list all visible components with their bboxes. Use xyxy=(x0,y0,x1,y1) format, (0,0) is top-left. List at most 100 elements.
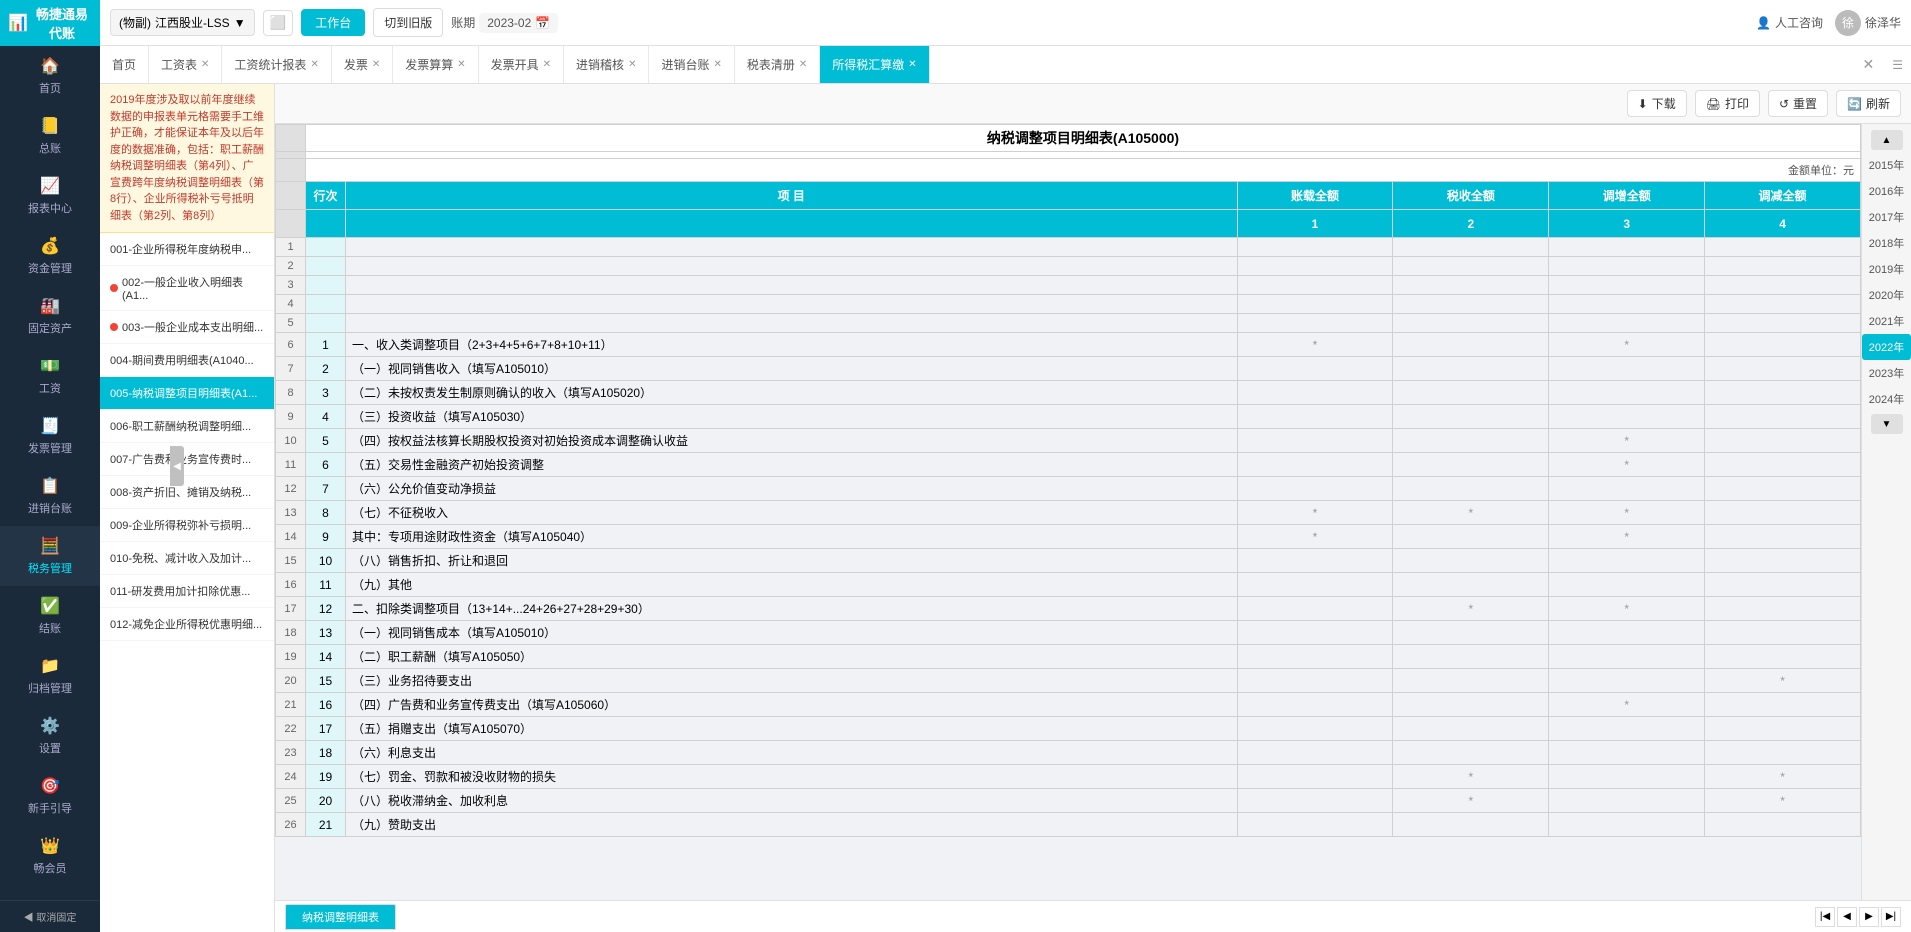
col-header-税收全额: 税收全额 xyxy=(1393,182,1549,210)
left-panel-item-11[interactable]: 012-减免企业所得税优惠明细... xyxy=(100,608,274,641)
account-label: 账期 xyxy=(451,14,475,31)
reset-button[interactable]: ↺ 重置 xyxy=(1768,90,1828,117)
scroll-right-button[interactable]: ▶ xyxy=(1859,907,1879,927)
tab-close-7[interactable]: ✕ xyxy=(713,59,721,70)
tab-3[interactable]: 发票✕ xyxy=(332,46,393,83)
sidebar-item-archive[interactable]: 📁归档管理 xyxy=(0,646,100,706)
left-panel-item-3[interactable]: 004-期间费用明细表(A1040... xyxy=(100,344,274,377)
year-button-2022[interactable]: 2022年 xyxy=(1862,334,1911,360)
table-row-12: 127（六）公允价值变动净损益 xyxy=(276,477,1861,501)
download-button[interactable]: ⬇ 下载 xyxy=(1627,90,1687,117)
sidebar-item-close[interactable]: ✅结账 xyxy=(0,586,100,646)
tab-close-2[interactable]: ✕ xyxy=(310,59,318,70)
print-button[interactable]: 🖨 打印 xyxy=(1695,90,1760,117)
spreadsheet-container[interactable]: 纳税调整项目明细表(A105000)金额单位：元行次项 目账载全额税收全额调增全… xyxy=(275,124,1861,900)
tab-label-0: 首页 xyxy=(112,56,136,73)
tab-close-5[interactable]: ✕ xyxy=(543,59,551,70)
tab-4[interactable]: 发票算算✕ xyxy=(393,46,478,83)
year-button-2021[interactable]: 2021年 xyxy=(1862,308,1911,334)
sidebar-label-invoice: 发票管理 xyxy=(28,440,72,456)
table-row-7: 72（一）视同销售收入（填写A105010） xyxy=(276,357,1861,381)
tab-close-9[interactable]: ✕ xyxy=(908,59,916,70)
tab-close-4[interactable]: ✕ xyxy=(457,59,465,70)
year-button-2020[interactable]: 2020年 xyxy=(1862,282,1911,308)
sidebar-item-salary[interactable]: 💵工资 xyxy=(0,346,100,406)
left-panel-item-9[interactable]: 010-免税、减计收入及加计... xyxy=(100,542,274,575)
tab-6[interactable]: 进销稽核✕ xyxy=(564,46,649,83)
left-panel-item-5[interactable]: 006-职工薪酬纳税调整明细... xyxy=(100,410,274,443)
scroll-left-start-button[interactable]: |◀ xyxy=(1815,907,1835,927)
sidebar-item-settings[interactable]: ⚙️设置 xyxy=(0,706,100,766)
scroll-left-button[interactable]: ◀ xyxy=(1837,907,1857,927)
col-header-账载全额: 账载全额 xyxy=(1237,182,1393,210)
left-item-label-3: 004-期间费用明细表(A1040... xyxy=(110,352,254,368)
table-area: 纳税调整项目明细表(A105000)金额单位：元行次项 目账载全额税收全额调增全… xyxy=(275,124,1911,900)
tab-8[interactable]: 税表清册✕ xyxy=(735,46,820,83)
close-all-tabs-button[interactable]: ✕ xyxy=(1853,56,1885,73)
tabbar: 首页工资表✕工资统计报表✕发票✕发票算算✕发票开具✕进销稽核✕进销台账✕税表清册… xyxy=(100,46,1911,84)
tab-settings-button[interactable]: ☰ xyxy=(1884,58,1911,72)
table-row-14: 149 其中：专项用途财政性资金（填写A105040）** xyxy=(276,525,1861,549)
table-row-9: 94（三）投资收益（填写A105030） xyxy=(276,405,1861,429)
sidebar-item-funds[interactable]: 💰资金管理 xyxy=(0,226,100,286)
sidebar-label-funds: 资金管理 xyxy=(28,260,72,276)
left-panel-item-6[interactable]: 007-广告费和业务宣传费时... xyxy=(100,443,274,476)
year-button-2024[interactable]: 2024年 xyxy=(1862,386,1911,412)
left-panel-item-1[interactable]: 002-一般企业收入明细表(A1... xyxy=(100,266,274,311)
year-button-2023[interactable]: 2023年 xyxy=(1862,360,1911,386)
sidebar-item-home[interactable]: 🏠首页 xyxy=(0,46,100,106)
old-version-button[interactable]: 切到旧版 xyxy=(373,8,443,37)
year-button-2019[interactable]: 2019年 xyxy=(1862,256,1911,282)
left-item-label-7: 008-资产折旧、摊销及纳税... xyxy=(110,484,251,500)
sidebar-item-ledger[interactable]: 📒总账 xyxy=(0,106,100,166)
sidebar-pin-toggle[interactable]: ◀ 取消固定 xyxy=(0,900,100,932)
left-panel-item-4[interactable]: 005-纳税调整项目明细表(A1... xyxy=(100,377,274,410)
table-row-19: 1914（二）职工薪酬（填写A105050） xyxy=(276,645,1861,669)
table-row-15: 1510（八）销售折扣、折让和退回 xyxy=(276,549,1861,573)
assets-icon: 🏭 xyxy=(40,296,60,316)
sidebar-item-assets[interactable]: 🏭固定资产 xyxy=(0,286,100,346)
year-button-2015[interactable]: 2015年 xyxy=(1862,152,1911,178)
tab-0[interactable]: 首页 xyxy=(100,46,149,83)
account-period[interactable]: 2023-02 📅 xyxy=(479,13,558,33)
left-panel-list: 001-企业所得税年度纳税申...002-一般企业收入明细表(A1...003-… xyxy=(100,233,274,932)
scroll-right-end-button[interactable]: ▶| xyxy=(1881,907,1901,927)
year-button-2016[interactable]: 2016年 xyxy=(1862,178,1911,204)
tab-2[interactable]: 工资统计报表✕ xyxy=(222,46,331,83)
sidebar-label-settings: 设置 xyxy=(39,740,61,756)
company-copy-button[interactable]: ⬜ xyxy=(263,10,294,36)
left-panel-item-8[interactable]: 009-企业所得税弥补亏损明... xyxy=(100,509,274,542)
left-panel-item-2[interactable]: 003-一般企业成本支出明细... xyxy=(100,311,274,344)
user-info[interactable]: 徐 徐泽华 xyxy=(1835,10,1901,36)
sidebar-item-invoice[interactable]: 🧾发票管理 xyxy=(0,406,100,466)
tab-1[interactable]: 工资表✕ xyxy=(149,46,222,83)
tab-close-3[interactable]: ✕ xyxy=(372,59,380,70)
sidebar-item-purchase[interactable]: 📋进销台账 xyxy=(0,466,100,526)
bottom-tab-active[interactable]: 纳税调整明细表 xyxy=(285,904,396,930)
left-panel-item-10[interactable]: 011-研发费用加计扣除优惠... xyxy=(100,575,274,608)
tab-close-1[interactable]: ✕ xyxy=(201,59,209,70)
year-scroll-down-button[interactable]: ▼ xyxy=(1871,414,1903,434)
panel-collapse-button[interactable]: ◀ xyxy=(170,446,184,486)
company-selector[interactable]: (物副) 江西股业-LSS ▼ xyxy=(110,9,255,36)
year-button-2017[interactable]: 2017年 xyxy=(1862,204,1911,230)
reset-icon: ↺ xyxy=(1779,97,1789,111)
refresh-button[interactable]: 🔄 刷新 xyxy=(1836,90,1901,117)
year-button-2018[interactable]: 2018年 xyxy=(1862,230,1911,256)
sidebar-item-tax[interactable]: 🧮税务管理 xyxy=(0,526,100,586)
sidebar-item-reports[interactable]: 📈报表中心 xyxy=(0,166,100,226)
tab-close-8[interactable]: ✕ xyxy=(799,59,807,70)
col-header-项 目: 项 目 xyxy=(346,182,1238,210)
tab-5[interactable]: 发票开具✕ xyxy=(479,46,564,83)
member-icon: 👑 xyxy=(40,836,60,856)
customer-service-button[interactable]: 👤 人工咨询 xyxy=(1756,14,1823,31)
sidebar-item-member[interactable]: 👑畅会员 xyxy=(0,826,100,886)
year-scroll-up-button[interactable]: ▲ xyxy=(1871,130,1903,150)
workbench-button[interactable]: 工作台 xyxy=(301,9,365,36)
sidebar-item-guide[interactable]: 🎯新手引导 xyxy=(0,766,100,826)
left-panel-item-0[interactable]: 001-企业所得税年度纳税申... xyxy=(100,233,274,266)
tab-9[interactable]: 所得税汇算缴✕ xyxy=(820,46,929,83)
tab-7[interactable]: 进销台账✕ xyxy=(649,46,734,83)
tab-close-6[interactable]: ✕ xyxy=(628,59,636,70)
left-panel-item-7[interactable]: 008-资产折旧、摊销及纳税... xyxy=(100,476,274,509)
